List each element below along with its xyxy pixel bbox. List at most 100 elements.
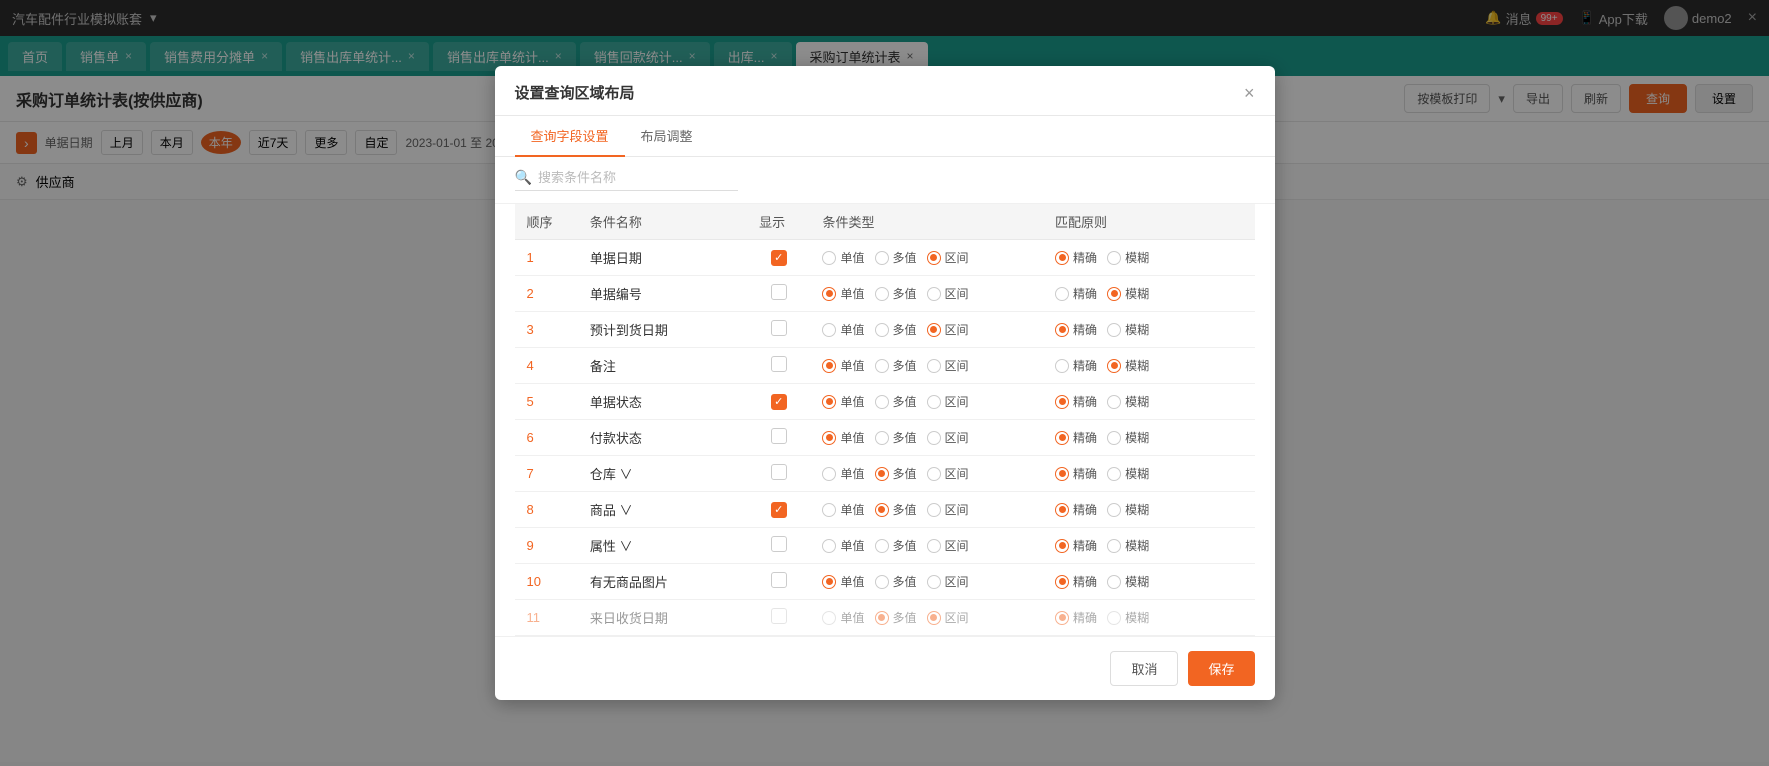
type-option-type_multi[interactable]: 多值 [875,321,917,338]
match-option-match_exact[interactable]: 精确 [1055,537,1097,554]
row-show-cell [747,456,810,492]
radio-label: 单值 [840,465,864,482]
type-option-type_multi[interactable]: 多值 [875,609,917,626]
match-option-match_exact[interactable]: 精确 [1055,285,1097,302]
type-option-type_multi[interactable]: 多值 [875,285,917,302]
match-option-match_fuzzy[interactable]: 模糊 [1107,249,1149,266]
table-row: 7仓库 ∨ 单值多值区间 精确模糊 [515,456,1255,492]
show-checkbox[interactable] [771,572,787,588]
type-option-type_single[interactable]: 单值 [822,393,864,410]
show-checkbox[interactable] [771,608,787,624]
type-option-type_multi[interactable]: 多值 [875,537,917,554]
row-order: 6 [515,420,578,456]
type-option-type_single[interactable]: 单值 [822,321,864,338]
match-option-match_exact[interactable]: 精确 [1055,357,1097,374]
match-option-match_exact[interactable]: 精确 [1055,501,1097,518]
type-option-type_single[interactable]: 单值 [822,357,864,374]
match-option-match_exact[interactable]: 精确 [1055,249,1097,266]
row-condition-name: 仓库 ∨ [578,456,747,492]
type-option-type_multi[interactable]: 多值 [875,393,917,410]
type-option-type_range[interactable]: 区间 [927,285,969,302]
type-option-type_multi[interactable]: 多值 [875,501,917,518]
radio-label: 模糊 [1125,393,1149,410]
match-option-match_fuzzy[interactable]: 模糊 [1107,321,1149,338]
match-option-match_fuzzy[interactable]: 模糊 [1107,501,1149,518]
type-option-type_single[interactable]: 单值 [822,249,864,266]
match-option-match_exact[interactable]: 精确 [1055,393,1097,410]
tab-layout-adjust[interactable]: 布局调整 [625,116,709,157]
type-option-type_range[interactable]: 区间 [927,393,969,410]
type-option-type_multi[interactable]: 多值 [875,249,917,266]
show-checkbox[interactable] [771,428,787,444]
show-checkbox[interactable] [771,502,787,518]
show-checkbox[interactable] [771,284,787,300]
row-order: 7 [515,456,578,492]
type-option-type_range[interactable]: 区间 [927,609,969,626]
row-match-cell: 精确模糊 [1043,348,1254,384]
radio-label: 模糊 [1125,537,1149,554]
type-option-type_range[interactable]: 区间 [927,537,969,554]
modal-title: 设置查询区域布局 [515,82,635,103]
radio-circle [1107,539,1121,553]
radio-label: 多值 [893,537,917,554]
type-option-type_multi[interactable]: 多值 [875,465,917,482]
type-option-type_range[interactable]: 区间 [927,357,969,374]
row-order: 3 [515,312,578,348]
match-option-match_exact[interactable]: 精确 [1055,429,1097,446]
type-option-type_single[interactable]: 单值 [822,465,864,482]
radio-label: 区间 [945,501,969,518]
row-match-cell: 精确模糊 [1043,564,1254,600]
order-number: 8 [527,502,534,517]
type-option-type_multi[interactable]: 多值 [875,357,917,374]
type-option-type_range[interactable]: 区间 [927,429,969,446]
radio-label: 精确 [1073,609,1097,626]
save-button[interactable]: 保存 [1188,651,1254,686]
type-option-type_single[interactable]: 单值 [822,537,864,554]
type-option-type_range[interactable]: 区间 [927,321,969,338]
show-checkbox[interactable] [771,320,787,336]
type-option-type_range[interactable]: 区间 [927,249,969,266]
radio-circle [927,467,941,481]
match-option-match_fuzzy[interactable]: 模糊 [1107,465,1149,482]
type-option-type_single[interactable]: 单值 [822,285,864,302]
show-checkbox[interactable] [771,356,787,372]
match-option-match_fuzzy[interactable]: 模糊 [1107,393,1149,410]
match-option-match_fuzzy[interactable]: 模糊 [1107,573,1149,590]
type-option-type_multi[interactable]: 多值 [875,429,917,446]
match-option-match_exact[interactable]: 精确 [1055,321,1097,338]
radio-label: 模糊 [1125,609,1149,626]
radio-label: 多值 [893,321,917,338]
type-option-type_range[interactable]: 区间 [927,501,969,518]
type-option-type_single[interactable]: 单值 [822,573,864,590]
order-number: 1 [527,250,534,265]
type-option-type_multi[interactable]: 多值 [875,573,917,590]
match-option-match_exact[interactable]: 精确 [1055,609,1097,626]
type-option-type_single[interactable]: 单值 [822,429,864,446]
type-option-type_single[interactable]: 单值 [822,609,864,626]
show-checkbox[interactable] [771,464,787,480]
match-option-match_fuzzy[interactable]: 模糊 [1107,429,1149,446]
radio-circle [927,539,941,553]
match-option-match_exact[interactable]: 精确 [1055,573,1097,590]
show-checkbox[interactable] [771,394,787,410]
type-option-type_range[interactable]: 区间 [927,573,969,590]
type-option-type_single[interactable]: 单值 [822,501,864,518]
match-radio-group: 精确模糊 [1055,429,1242,446]
radio-circle [822,467,836,481]
show-checkbox[interactable] [771,250,787,266]
cancel-button[interactable]: 取消 [1110,651,1178,686]
match-option-match_fuzzy[interactable]: 模糊 [1107,285,1149,302]
match-option-match_fuzzy[interactable]: 模糊 [1107,609,1149,626]
tab-query-settings[interactable]: 查询字段设置 [515,116,625,157]
modal-close-button[interactable]: × [1244,84,1255,102]
row-order: 9 [515,528,578,564]
match-option-match_exact[interactable]: 精确 [1055,465,1097,482]
match-option-match_fuzzy[interactable]: 模糊 [1107,537,1149,554]
row-show-cell [747,348,810,384]
row-show-cell [747,600,810,636]
match-option-match_fuzzy[interactable]: 模糊 [1107,357,1149,374]
show-checkbox[interactable] [771,536,787,552]
type-option-type_range[interactable]: 区间 [927,465,969,482]
search-input[interactable] [538,170,738,185]
radio-circle [822,323,836,337]
